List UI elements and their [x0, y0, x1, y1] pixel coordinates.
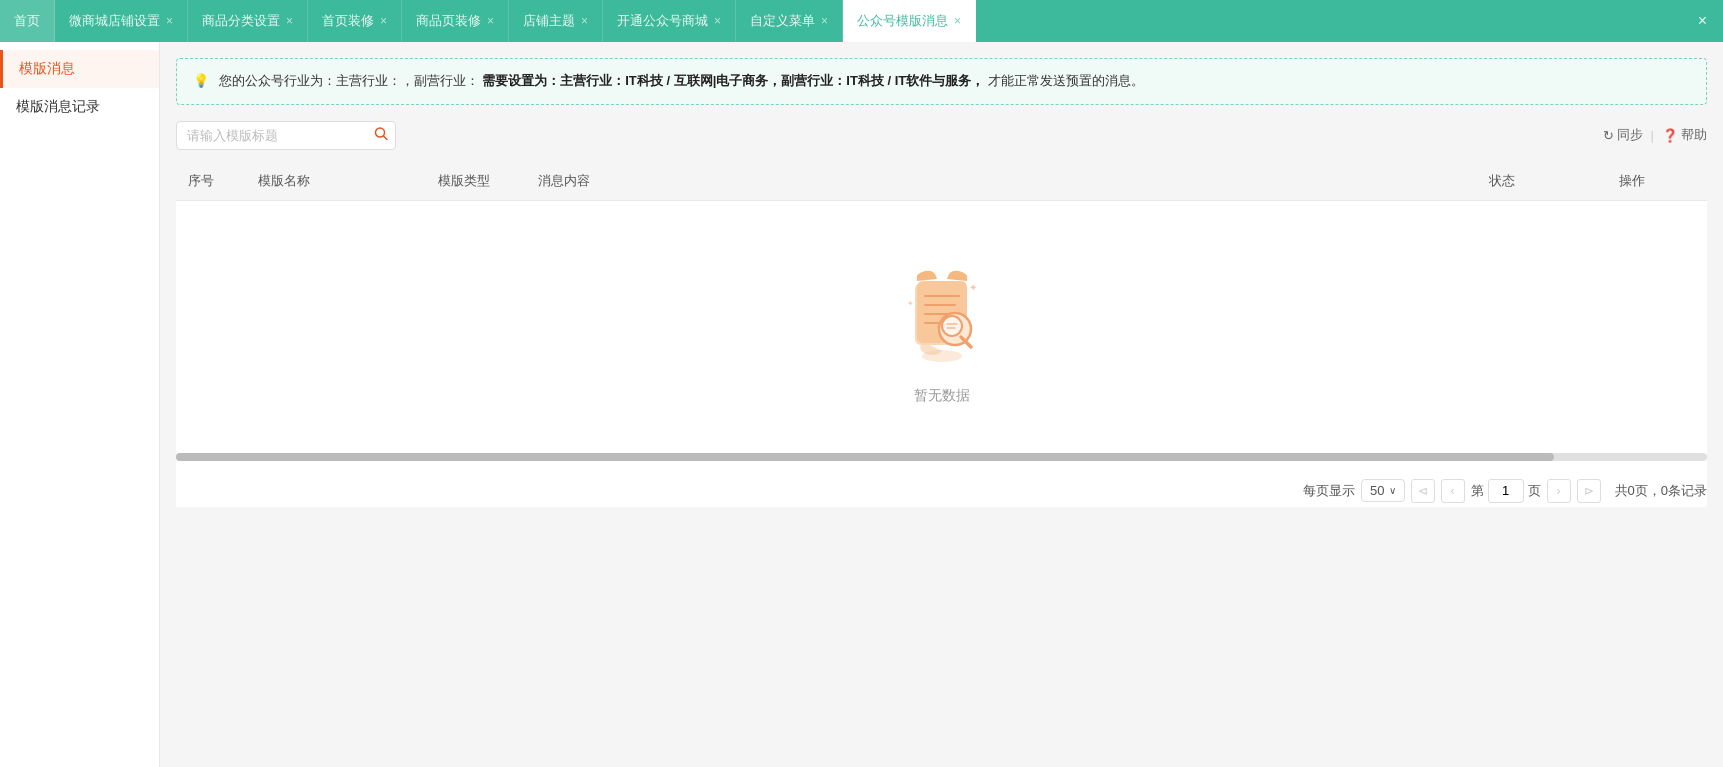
nav-tab-open-mall-label: 开通公众号商城 — [617, 12, 708, 30]
first-page-button[interactable]: ⊲ — [1411, 479, 1435, 503]
nav-tab-home-decoration-close[interactable]: × — [380, 14, 387, 28]
last-page-button[interactable]: ⊳ — [1577, 479, 1601, 503]
nav-tab-custom-menu[interactable]: 自定义菜单 × — [736, 0, 843, 42]
divider: | — [1651, 128, 1654, 143]
notice-prefix: 您的公众号行业为：主营行业：，副营行业： — [219, 73, 479, 88]
col-header-name: 模版名称 — [246, 162, 426, 201]
help-button[interactable]: ❓ 帮助 — [1662, 126, 1707, 144]
horizontal-scrollbar-track[interactable] — [176, 453, 1707, 461]
nav-tab-open-mall[interactable]: 开通公众号商城 × — [603, 0, 736, 42]
nav-tab-home-label: 首页 — [14, 12, 40, 30]
notice-icon: 💡 — [193, 73, 209, 88]
svg-point-10 — [942, 316, 962, 336]
empty-state-row: ✦ ✦ 暂无数据 — [176, 200, 1707, 445]
sidebar-item-template-msg-label: 模版消息 — [19, 60, 75, 76]
nav-tab-product-decoration-close[interactable]: × — [487, 14, 494, 28]
main-layout: 模版消息 模版消息记录 💡 您的公众号行业为：主营行业：，副营行业： 需要设置为… — [0, 42, 1723, 767]
nav-tab-category-settings[interactable]: 商品分类设置 × — [188, 0, 308, 42]
nav-tab-product-decoration[interactable]: 商品页装修 × — [402, 0, 509, 42]
nav-tab-shop-theme-label: 店铺主题 — [523, 12, 575, 30]
sync-icon: ↻ — [1603, 128, 1614, 143]
data-table-container: 序号 模版名称 模版类型 消息内容 状态 — [176, 162, 1707, 507]
empty-illustration: ✦ ✦ — [887, 261, 997, 371]
sidebar-item-template-msg-record[interactable]: 模版消息记录 — [0, 88, 159, 126]
help-label: 帮助 — [1681, 126, 1707, 144]
nav-tab-home[interactable]: 首页 — [0, 0, 55, 42]
nav-tab-category-settings-label: 商品分类设置 — [202, 12, 280, 30]
search-bar: ↻ 同步 | ❓ 帮助 — [176, 121, 1707, 150]
sidebar: 模版消息 模版消息记录 — [0, 42, 160, 767]
nav-tab-template-message[interactable]: 公众号模版消息 × — [843, 0, 976, 42]
notice-suffix: 才能正常发送预置的消息。 — [988, 73, 1144, 88]
nav-tab-product-decoration-label: 商品页装修 — [416, 12, 481, 30]
page-size-value: 50 — [1370, 483, 1384, 498]
sidebar-item-template-msg-record-label: 模版消息记录 — [16, 98, 100, 114]
nav-tab-shop-theme-close[interactable]: × — [581, 14, 588, 28]
nav-tab-custom-menu-label: 自定义菜单 — [750, 12, 815, 30]
close-all-button[interactable]: × — [1682, 12, 1723, 30]
nav-tab-category-close[interactable]: × — [286, 14, 293, 28]
col-header-index: 序号 — [176, 162, 246, 201]
page-size-label: 每页显示 — [1303, 482, 1355, 500]
col-header-action: 操作 — [1607, 162, 1707, 201]
horizontal-scrollbar-thumb[interactable] — [176, 453, 1554, 461]
svg-text:✦: ✦ — [969, 282, 977, 293]
empty-text: 暂无数据 — [196, 387, 1687, 405]
page-size-chevron-icon: ∨ — [1389, 485, 1396, 496]
nav-tab-shop-theme[interactable]: 店铺主题 × — [509, 0, 603, 42]
svg-text:✦: ✦ — [907, 299, 914, 308]
page-number-input[interactable] — [1488, 479, 1524, 503]
nav-tab-home-decoration-label: 首页装修 — [322, 12, 374, 30]
page-label-pre: 第 — [1471, 482, 1484, 500]
next-page-button[interactable]: › — [1547, 479, 1571, 503]
nav-tab-store-settings[interactable]: 微商城店铺设置 × — [55, 0, 188, 42]
top-nav: 首页 微商城店铺设置 × 商品分类设置 × 首页装修 × 商品页装修 × 店铺主… — [0, 0, 1723, 42]
nav-tab-custom-menu-close[interactable]: × — [821, 14, 828, 28]
sync-label: 同步 — [1617, 126, 1643, 144]
pagination: 每页显示 50 ∨ ⊲ ‹ 第 页 › ⊳ 共0页，0条记录 — [176, 469, 1707, 507]
nav-tab-template-message-close[interactable]: × — [954, 14, 961, 28]
nav-tab-open-mall-close[interactable]: × — [714, 14, 721, 28]
sync-button[interactable]: ↻ 同步 — [1603, 126, 1643, 144]
notice-box: 💡 您的公众号行业为：主营行业：，副营行业： 需要设置为：主营行业：IT科技 /… — [176, 58, 1707, 105]
empty-state: ✦ ✦ 暂无数据 — [176, 201, 1707, 445]
notice-highlight: 需要设置为：主营行业：IT科技 / 互联网|电子商务，副营行业：IT科技 / I… — [482, 73, 984, 88]
nav-tab-template-message-label: 公众号模版消息 — [857, 12, 948, 30]
table-header-row: 序号 模版名称 模版类型 消息内容 状态 — [176, 162, 1707, 201]
svg-line-1 — [384, 136, 388, 140]
search-button[interactable] — [374, 127, 388, 144]
col-header-content: 消息内容 — [526, 162, 1477, 201]
sidebar-item-template-msg[interactable]: 模版消息 — [0, 50, 159, 88]
col-header-type: 模版类型 — [426, 162, 526, 201]
nav-tab-store-settings-label: 微商城店铺设置 — [69, 12, 160, 30]
page-size-select[interactable]: 50 ∨ — [1361, 479, 1404, 502]
nav-tab-store-settings-close[interactable]: × — [166, 14, 173, 28]
data-table: 序号 模版名称 模版类型 消息内容 状态 — [176, 162, 1707, 445]
page-input-wrap: 第 页 — [1471, 479, 1541, 503]
content-area: 💡 您的公众号行业为：主营行业：，副营行业： 需要设置为：主营行业：IT科技 /… — [160, 42, 1723, 767]
search-input[interactable] — [176, 121, 396, 150]
col-header-status: 状态 — [1477, 162, 1607, 201]
search-right-actions: ↻ 同步 | ❓ 帮助 — [1603, 126, 1707, 144]
page-label-post: 页 — [1528, 482, 1541, 500]
search-input-wrap — [176, 121, 396, 150]
help-circle-icon: ❓ — [1662, 128, 1678, 143]
prev-page-button[interactable]: ‹ — [1441, 479, 1465, 503]
total-info: 共0页，0条记录 — [1615, 482, 1707, 500]
nav-tab-home-decoration[interactable]: 首页装修 × — [308, 0, 402, 42]
